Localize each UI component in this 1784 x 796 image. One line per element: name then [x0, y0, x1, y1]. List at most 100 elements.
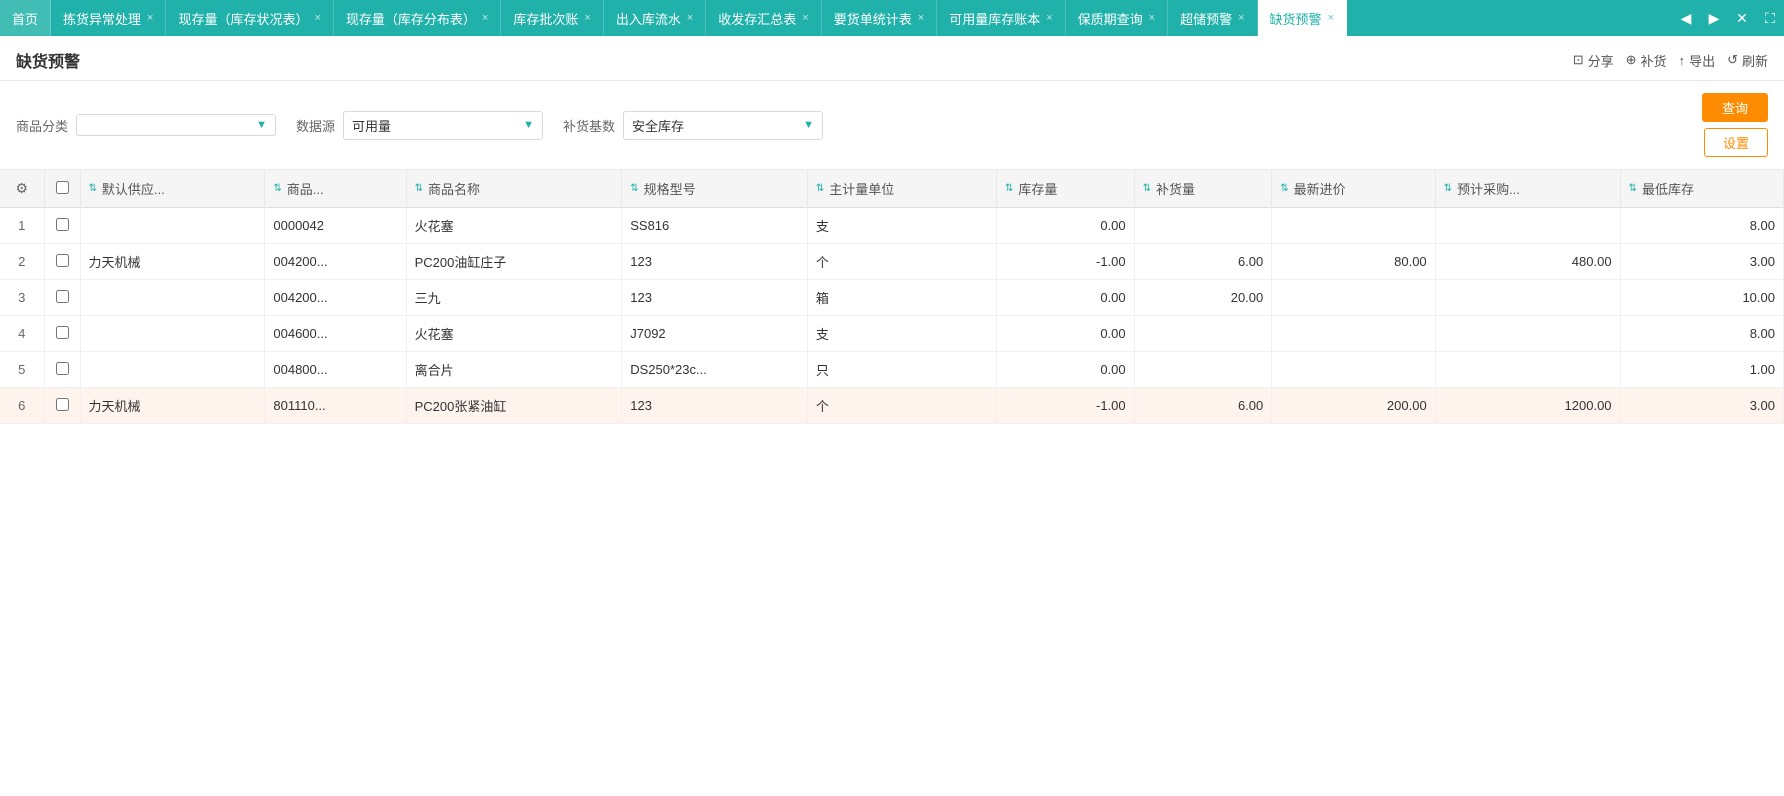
datasource-select[interactable]: 可用量 ▼ — [343, 111, 543, 140]
row-goods-name: 离合片 — [406, 352, 622, 388]
th-stock[interactable]: ⇅ 库存量 — [997, 170, 1135, 208]
th-gear[interactable]: ⚙ — [0, 170, 44, 208]
th-unit[interactable]: ⇅ 主计量单位 — [807, 170, 996, 208]
category-select[interactable]: ▼ — [76, 114, 276, 136]
tab-close-inventory-dist[interactable]: × — [482, 12, 488, 24]
query-button[interactable]: 查询 — [1702, 93, 1768, 122]
replenish-base-label: 补货基数 — [563, 116, 615, 135]
tab-close-shortage[interactable]: × — [1328, 12, 1334, 24]
row-checkbox[interactable] — [56, 218, 69, 231]
tab-available-ledger[interactable]: 可用量库存账本 × — [937, 0, 1065, 36]
tab-bar: 首页 拣货异常处理 × 现存量（库存状况表） × 现存量（库存分布表） × 库存… — [0, 0, 1784, 36]
tab-close-overstock[interactable]: × — [1238, 12, 1244, 24]
sort-icon-replenish-qty: ⇅ — [1143, 183, 1151, 194]
row-goods-code: 004800... — [265, 352, 406, 388]
tab-overstock[interactable]: 超储预警 × — [1168, 0, 1257, 36]
th-est-purchase[interactable]: ⇅ 预计采购... — [1435, 170, 1620, 208]
row-goods-code: 004200... — [265, 244, 406, 280]
table-row: 2 力天机械 004200... PC200油缸庄子 123 个 -1.00 6… — [0, 244, 1784, 280]
tab-order-stats[interactable]: 要货单统计表 × — [822, 0, 937, 36]
select-all-checkbox[interactable] — [56, 181, 69, 194]
table-row: 3 004200... 三九 123 箱 0.00 20.00 10.00 — [0, 280, 1784, 316]
tab-close-defective[interactable]: × — [147, 12, 153, 24]
export-button[interactable]: ↑ 导出 — [1679, 51, 1716, 70]
tab-close-receive-summary[interactable]: × — [802, 12, 808, 24]
row-stock: 0.00 — [997, 208, 1135, 244]
refresh-button[interactable]: ↺ 刷新 — [1727, 51, 1768, 70]
tab-batch-account[interactable]: 库存批次账 × — [501, 0, 603, 36]
replenish-base-select[interactable]: 安全库存 ▼ — [623, 111, 823, 140]
sort-icon-unit: ⇅ — [816, 183, 824, 194]
th-goods-code[interactable]: ⇅ 商品... — [265, 170, 406, 208]
tab-close-inventory-status[interactable]: × — [314, 12, 320, 24]
tab-inout-flow[interactable]: 出入库流水 × — [604, 0, 706, 36]
row-checkbox[interactable] — [56, 398, 69, 411]
row-goods-name: 火花塞 — [406, 208, 622, 244]
row-num: 6 — [0, 388, 44, 424]
tab-close-inout-flow[interactable]: × — [687, 12, 693, 24]
replenish-button[interactable]: ⊕ 补货 — [1626, 51, 1667, 70]
row-replenish-qty: 6.00 — [1134, 388, 1272, 424]
sort-icon-goods-name: ⇅ — [415, 183, 423, 194]
th-spec[interactable]: ⇅ 规格型号 — [622, 170, 808, 208]
th-latest-price[interactable]: ⇅ 最新进价 — [1272, 170, 1435, 208]
th-supplier[interactable]: ⇅ 默认供应... — [80, 170, 265, 208]
th-checkbox — [44, 170, 80, 208]
tab-inventory-status[interactable]: 现存量（库存状况表） × — [166, 0, 333, 36]
settings-button[interactable]: 设置 — [1704, 128, 1768, 157]
sort-icon-est-purchase: ⇅ — [1444, 183, 1452, 194]
datasource-value: 可用量 — [352, 116, 391, 135]
tab-close-batch-account[interactable]: × — [584, 12, 590, 24]
tab-shortage[interactable]: 缺货预警 × — [1258, 0, 1347, 36]
share-icon: ⊡ — [1573, 52, 1584, 68]
row-checkbox-cell — [44, 352, 80, 388]
th-min-stock[interactable]: ⇅ 最低库存 — [1620, 170, 1783, 208]
tab-next-btn[interactable]: ▶ — [1700, 0, 1728, 36]
gear-icon: ⚙ — [15, 180, 28, 196]
row-stock: 0.00 — [997, 316, 1135, 352]
tab-receive-summary[interactable]: 收发存汇总表 × — [706, 0, 821, 36]
row-spec: 123 — [622, 280, 808, 316]
row-checkbox-cell — [44, 316, 80, 352]
tab-expiry-query[interactable]: 保质期查询 × — [1066, 0, 1168, 36]
row-checkbox[interactable] — [56, 362, 69, 375]
row-unit: 支 — [807, 208, 996, 244]
row-supplier — [80, 316, 265, 352]
tab-close-available-ledger[interactable]: × — [1046, 12, 1052, 24]
row-spec: J7092 — [622, 316, 808, 352]
tab-inventory-dist[interactable]: 现存量（库存分布表） × — [334, 0, 501, 36]
tab-close-order-stats[interactable]: × — [918, 12, 924, 24]
sort-icon-spec: ⇅ — [630, 183, 638, 194]
header-actions: ⊡ 分享 ⊕ 补货 ↑ 导出 ↺ 刷新 — [1573, 51, 1768, 70]
row-est-purchase: 480.00 — [1435, 244, 1620, 280]
row-checkbox[interactable] — [56, 326, 69, 339]
row-checkbox[interactable] — [56, 254, 69, 267]
row-supplier — [80, 208, 265, 244]
tab-close-btn[interactable]: ✕ — [1728, 0, 1756, 36]
th-replenish-qty[interactable]: ⇅ 补货量 — [1134, 170, 1272, 208]
row-checkbox[interactable] — [56, 290, 69, 303]
tab-prev-btn[interactable]: ◀ — [1672, 0, 1700, 36]
row-num: 3 — [0, 280, 44, 316]
row-stock: 0.00 — [997, 352, 1135, 388]
table-row: 6 力天机械 801110... PC200张紧油缸 123 个 -1.00 6… — [0, 388, 1784, 424]
row-goods-code: 801110... — [265, 388, 406, 424]
sort-icon-goods-code: ⇅ — [273, 183, 281, 194]
row-goods-code: 004200... — [265, 280, 406, 316]
share-button[interactable]: ⊡ 分享 — [1573, 51, 1614, 70]
table-row: 4 004600... 火花塞 J7092 支 0.00 8.00 — [0, 316, 1784, 352]
tab-fullscreen-btn[interactable]: ⛶ — [1756, 0, 1784, 36]
row-checkbox-cell — [44, 388, 80, 424]
export-icon: ↑ — [1679, 53, 1686, 68]
row-latest-price — [1272, 208, 1435, 244]
tab-home[interactable]: 首页 — [0, 0, 51, 36]
row-stock: 0.00 — [997, 280, 1135, 316]
tab-defective[interactable]: 拣货异常处理 × — [51, 0, 166, 36]
row-stock: -1.00 — [997, 244, 1135, 280]
row-unit: 个 — [807, 244, 996, 280]
row-min-stock: 8.00 — [1620, 316, 1783, 352]
tab-close-expiry-query[interactable]: × — [1149, 12, 1155, 24]
datasource-filter-group: 数据源 可用量 ▼ — [296, 111, 543, 140]
row-est-purchase — [1435, 280, 1620, 316]
th-goods-name[interactable]: ⇅ 商品名称 — [406, 170, 622, 208]
